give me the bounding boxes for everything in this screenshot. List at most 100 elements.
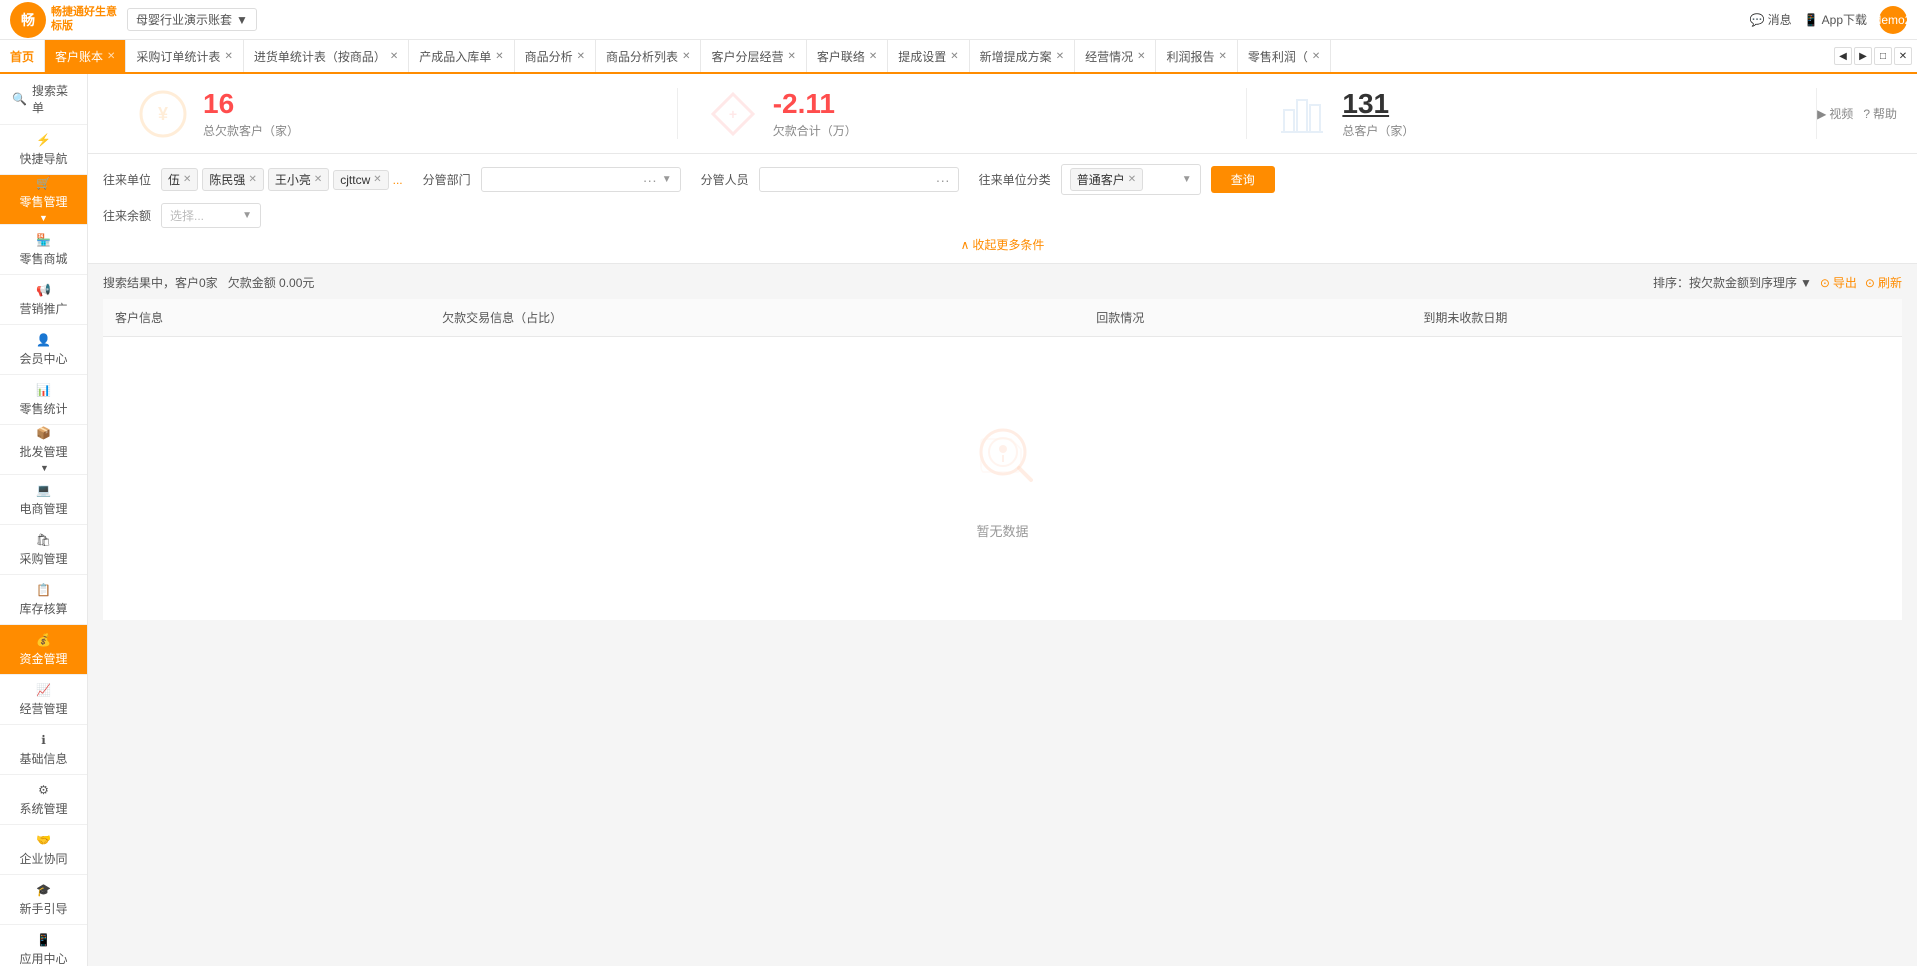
sidebar-item-new-guide[interactable]: 🎓 新手引导 <box>0 875 87 925</box>
tab-customer-cost[interactable]: 客户账本 ✕ <box>45 40 126 73</box>
close-icon[interactable]: ✕ <box>950 51 958 62</box>
tag-close-icon[interactable]: ✕ <box>314 174 322 185</box>
search-icon: 🔍 <box>12 92 27 106</box>
member-icon: 👤 <box>36 333 51 347</box>
close-icon[interactable]: ✕ <box>390 51 398 62</box>
close-icon[interactable]: ✕ <box>869 51 877 62</box>
sidebar-item-app-center[interactable]: 📱 应用中心 <box>0 925 87 966</box>
tab-home[interactable]: 首页 <box>0 40 45 73</box>
empty-icon <box>963 417 1043 511</box>
nav-tabs: 首页 客户账本 ✕ 采购订单统计表 ✕ 进货单统计表（按商品） ✕ 产成品入库单… <box>0 40 1917 74</box>
sidebar-item-inventory[interactable]: 📋 库存核算 <box>0 575 87 625</box>
close-icon[interactable]: ✕ <box>1312 51 1320 62</box>
sidebar-item-purchase[interactable]: 🛍 采购管理 <box>0 525 87 575</box>
close-icon[interactable]: ✕ <box>495 51 503 62</box>
system-icon: ⚙ <box>38 783 49 797</box>
nav-icon: ⚡ <box>36 133 51 147</box>
account-selector[interactable]: 母婴行业演示账套 ▼ <box>127 8 257 31</box>
tab-purchase-order[interactable]: 采购订单统计表 ✕ <box>126 40 243 73</box>
filter-tag-cjttcw[interactable]: cjttcw ✕ <box>333 170 388 190</box>
close-icon[interactable]: ✕ <box>577 51 585 62</box>
search-menu-item[interactable]: 🔍 搜索菜单 <box>0 74 87 125</box>
tab-product-analysis-list[interactable]: 商品分析列表 ✕ <box>596 40 701 73</box>
unit-label: 往来单位 <box>103 171 151 188</box>
tab-customer-contact[interactable]: 客户联络 ✕ <box>807 40 888 73</box>
filter-more-button[interactable]: ... <box>393 173 403 187</box>
filter-tag-wu[interactable]: 伍 ✕ <box>161 168 198 191</box>
person-select[interactable]: ··· <box>759 167 959 192</box>
unit-type-select[interactable]: 普通客户 ✕ ▼ <box>1061 164 1201 195</box>
message-button[interactable]: 💬 消息 <box>1750 11 1792 28</box>
sidebar-item-enterprise-collab[interactable]: 🤝 企业协同 <box>0 825 87 875</box>
sidebar-item-marketing[interactable]: 📢 营销推广 <box>0 275 87 325</box>
table-toolbar: 搜索结果中，客户0家 欠款金额 0.00元 排序：按欠款金额到序理序 ▼ ⊙ 导… <box>103 274 1902 291</box>
export-button[interactable]: ⊙ 导出 <box>1820 274 1857 291</box>
app-download-button[interactable]: 📱 App下载 <box>1804 11 1867 28</box>
tab-inbound-stats[interactable]: 进货单统计表（按商品） ✕ <box>244 40 409 73</box>
sort-label: 排序：按欠款金额到序理序 <box>1653 274 1797 291</box>
dept-dots[interactable]: ··· <box>643 172 657 188</box>
tab-product-analysis[interactable]: 商品分析 ✕ <box>515 40 596 73</box>
nav-arrows: ◀ ▶ □ ✕ <box>1829 47 1917 65</box>
tab-promotion-settings[interactable]: 提成设置 ✕ <box>888 40 969 73</box>
tag-close-icon[interactable]: ✕ <box>373 174 381 185</box>
close-icon[interactable]: ✕ <box>107 51 115 62</box>
tab-operation-status[interactable]: 经营情况 ✕ <box>1075 40 1156 73</box>
sidebar-item-retail-mgmt[interactable]: 🛒 零售管理 ▼ <box>0 175 87 225</box>
close-icon[interactable]: ✕ <box>787 51 795 62</box>
collab-icon: 🤝 <box>36 833 51 847</box>
filter-tag-wang[interactable]: 王小亮 ✕ <box>268 168 329 191</box>
nav-restore-button[interactable]: □ <box>1874 47 1892 65</box>
unit-type-tags: 普通客户 ✕ <box>1070 168 1143 191</box>
close-icon[interactable]: ✕ <box>1219 51 1227 62</box>
tab-profit-report[interactable]: 利润报告 ✕ <box>1156 40 1237 73</box>
help-button[interactable]: ? 帮助 <box>1863 105 1897 122</box>
mall-icon: 🏪 <box>36 233 51 247</box>
nav-close-button[interactable]: ✕ <box>1894 47 1912 65</box>
sidebar-item-quick-nav[interactable]: ⚡ 快捷导航 <box>0 125 87 175</box>
unit-tags: 伍 ✕ 陈民强 ✕ 王小亮 ✕ cjttcw ✕ ... <box>161 168 403 191</box>
nav-prev-button[interactable]: ◀ <box>1834 47 1852 65</box>
close-icon[interactable]: ✕ <box>1056 51 1064 62</box>
sidebar-item-retail-stats[interactable]: 📊 零售统计 <box>0 375 87 425</box>
close-icon[interactable]: ✕ <box>682 51 690 62</box>
sort-select[interactable]: 排序：按欠款金额到序理序 ▼ <box>1653 274 1812 291</box>
video-button[interactable]: ▶ 视频 <box>1817 105 1853 122</box>
close-icon[interactable]: ✕ <box>1137 51 1145 62</box>
logo-text: 畅捷通好生意 标版 <box>51 6 117 32</box>
stat-block-total-customers: 131 总客户（家） <box>1247 88 1817 139</box>
sidebar-item-ecommerce[interactable]: 💻 电商管理 <box>0 475 87 525</box>
sidebar-item-basic-info[interactable]: ℹ 基础信息 <box>0 725 87 775</box>
refresh-button[interactable]: ⊙ 刷新 <box>1865 274 1902 291</box>
balance-label: 往来余额 <box>103 207 151 224</box>
avatar[interactable]: demo2 <box>1879 6 1907 34</box>
tag-close-icon[interactable]: ✕ <box>183 174 191 185</box>
balance-select[interactable]: 选择... ▼ <box>161 203 261 228</box>
sidebar-item-system[interactable]: ⚙ 系统管理 <box>0 775 87 825</box>
logo-area: 畅 畅捷通好生意 标版 <box>10 2 117 38</box>
sidebar-item-finance[interactable]: 💰 资金管理 <box>0 625 87 675</box>
sidebar-item-wholesale-mgmt[interactable]: 📦 批发管理 ▼ <box>0 425 87 475</box>
nav-next-button[interactable]: ▶ <box>1854 47 1872 65</box>
close-icon[interactable]: ✕ <box>224 51 232 62</box>
finance-icon: 💰 <box>36 633 51 647</box>
tab-customer-tier[interactable]: 客户分层经营 ✕ <box>701 40 806 73</box>
stats-bar: ¥ 16 总欠款客户（家） + -2.11 欠款合计（万） <box>88 74 1917 154</box>
sidebar-item-retail-mall[interactable]: 🏪 零售商城 <box>0 225 87 275</box>
person-dots[interactable]: ··· <box>936 172 950 188</box>
filter-tag-chen[interactable]: 陈民强 ✕ <box>202 168 263 191</box>
collapse-button[interactable]: ∧ 收起更多条件 <box>961 236 1045 253</box>
sidebar-item-operations[interactable]: 📈 经营管理 <box>0 675 87 725</box>
tab-product-inbound[interactable]: 产成品入库单 ✕ <box>409 40 514 73</box>
tag-close-icon[interactable]: ✕ <box>1128 174 1136 185</box>
filter-tag-normal-customer[interactable]: 普通客户 ✕ <box>1070 168 1143 191</box>
tab-retail-profit[interactable]: 零售利润（ ✕ <box>1238 40 1331 73</box>
col-customer-info: 客户信息 <box>103 299 430 337</box>
col-overdue-date: 到期未收款日期 <box>1411 299 1902 337</box>
tag-close-icon[interactable]: ✕ <box>248 174 256 185</box>
tab-new-promotion[interactable]: 新增提成方案 ✕ <box>970 40 1075 73</box>
toolbar-right: 排序：按欠款金额到序理序 ▼ ⊙ 导出 ⊙ 刷新 <box>1653 274 1902 291</box>
sidebar-item-member-center[interactable]: 👤 会员中心 <box>0 325 87 375</box>
dept-select[interactable]: ··· ▼ <box>481 167 681 192</box>
query-button[interactable]: 查询 <box>1211 166 1275 193</box>
